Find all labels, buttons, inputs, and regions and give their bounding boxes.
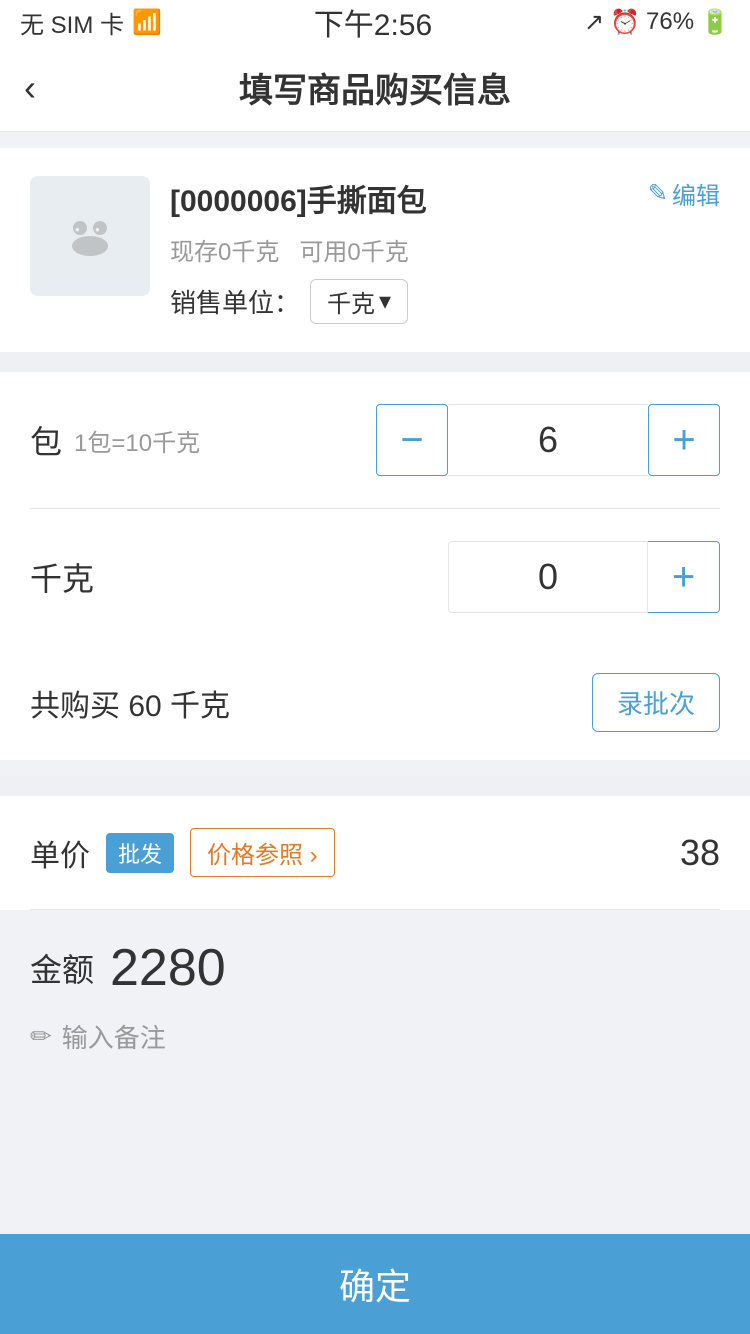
section-divider-1	[0, 352, 750, 372]
price-tag: 批发	[106, 833, 174, 873]
product-thumbnail: ● ●	[30, 176, 150, 296]
back-button[interactable]: ‹	[24, 67, 36, 109]
sim-label: 无 SIM 卡	[20, 5, 124, 40]
kg-label: 千克	[30, 554, 94, 600]
batch-button[interactable]: 录批次	[592, 673, 720, 732]
edit-icon: ✎	[648, 179, 668, 208]
package-minus-button[interactable]: −	[376, 404, 448, 476]
price-section: 单价 批发 价格参照 › 38	[0, 796, 750, 910]
unit-select[interactable]: 千克 ▾	[310, 279, 408, 324]
input-section: 包 1包=10千克 − + 千克 +	[0, 372, 750, 645]
package-input[interactable]	[448, 404, 648, 476]
price-row: 单价 批发 价格参照 › 38	[30, 796, 720, 910]
price-reference-button[interactable]: 价格参照 ›	[190, 828, 335, 877]
package-hint: 1包=10千克	[74, 423, 200, 458]
location-icon: ↗	[584, 8, 604, 37]
amount-label: 金额	[30, 945, 94, 991]
wifi-icon: 📶	[132, 8, 162, 37]
product-info: [0000006]手撕面包 现存0千克 可用0千克 销售单位： 千克 ▾	[170, 176, 720, 324]
amount-row: 金额 2280	[30, 938, 720, 998]
kg-plus-button[interactable]: +	[648, 541, 720, 613]
product-unit-row: 销售单位： 千克 ▾	[170, 279, 720, 324]
nav-bar: ‹ 填写商品购买信息	[0, 44, 750, 132]
confirm-label: 确定	[339, 1258, 411, 1310]
status-bar: 无 SIM 卡 📶 下午2:56 ↗ ⏰ 76% 🔋	[0, 0, 750, 44]
price-label: 单价	[30, 831, 90, 875]
kg-input-row: 千克 +	[30, 509, 720, 645]
svg-text:●: ●	[95, 225, 100, 234]
amount-value: 2280	[110, 938, 226, 998]
status-left: 无 SIM 卡 📶	[20, 5, 162, 40]
package-input-row: 包 1包=10千克 − +	[30, 372, 720, 509]
product-name: [0000006]手撕面包	[170, 176, 720, 220]
remark-row[interactable]: ✏ 输入备注	[30, 1018, 720, 1055]
page-title: 填写商品购买信息	[239, 63, 511, 112]
edit-button[interactable]: ✎ 编辑	[648, 176, 720, 211]
battery-level: 76%	[646, 8, 694, 36]
product-stock: 现存0千克 可用0千克	[170, 232, 720, 267]
section-divider-2	[0, 776, 750, 796]
time-display: 下午2:56	[314, 0, 432, 44]
dropdown-icon: ▾	[379, 287, 391, 316]
package-plus-button[interactable]: +	[648, 404, 720, 476]
kg-stepper: +	[448, 541, 720, 613]
remark-placeholder: 输入备注	[62, 1018, 166, 1055]
price-value: 38	[680, 832, 720, 874]
kg-input[interactable]	[448, 541, 648, 613]
alarm-icon: ⏰	[610, 8, 640, 37]
confirm-button[interactable]: 确定	[0, 1234, 750, 1334]
product-card: ● ● [0000006]手撕面包 现存0千克 可用0千克 销售单位： 千克 ▾…	[0, 148, 750, 352]
svg-text:●: ●	[75, 225, 80, 234]
package-label: 包 1包=10千克	[30, 417, 200, 463]
status-right: ↗ ⏰ 76% 🔋	[584, 8, 730, 37]
total-row: 共购买 60 千克 录批次	[0, 645, 750, 760]
bottom-spacer	[0, 1071, 750, 1191]
total-label: 共购买 60 千克	[30, 681, 230, 725]
remark-icon: ✏	[30, 1021, 52, 1052]
battery-icon: 🔋	[700, 8, 730, 37]
amount-section: 金额 2280 ✏ 输入备注	[0, 910, 750, 1071]
package-stepper: − +	[376, 404, 720, 476]
